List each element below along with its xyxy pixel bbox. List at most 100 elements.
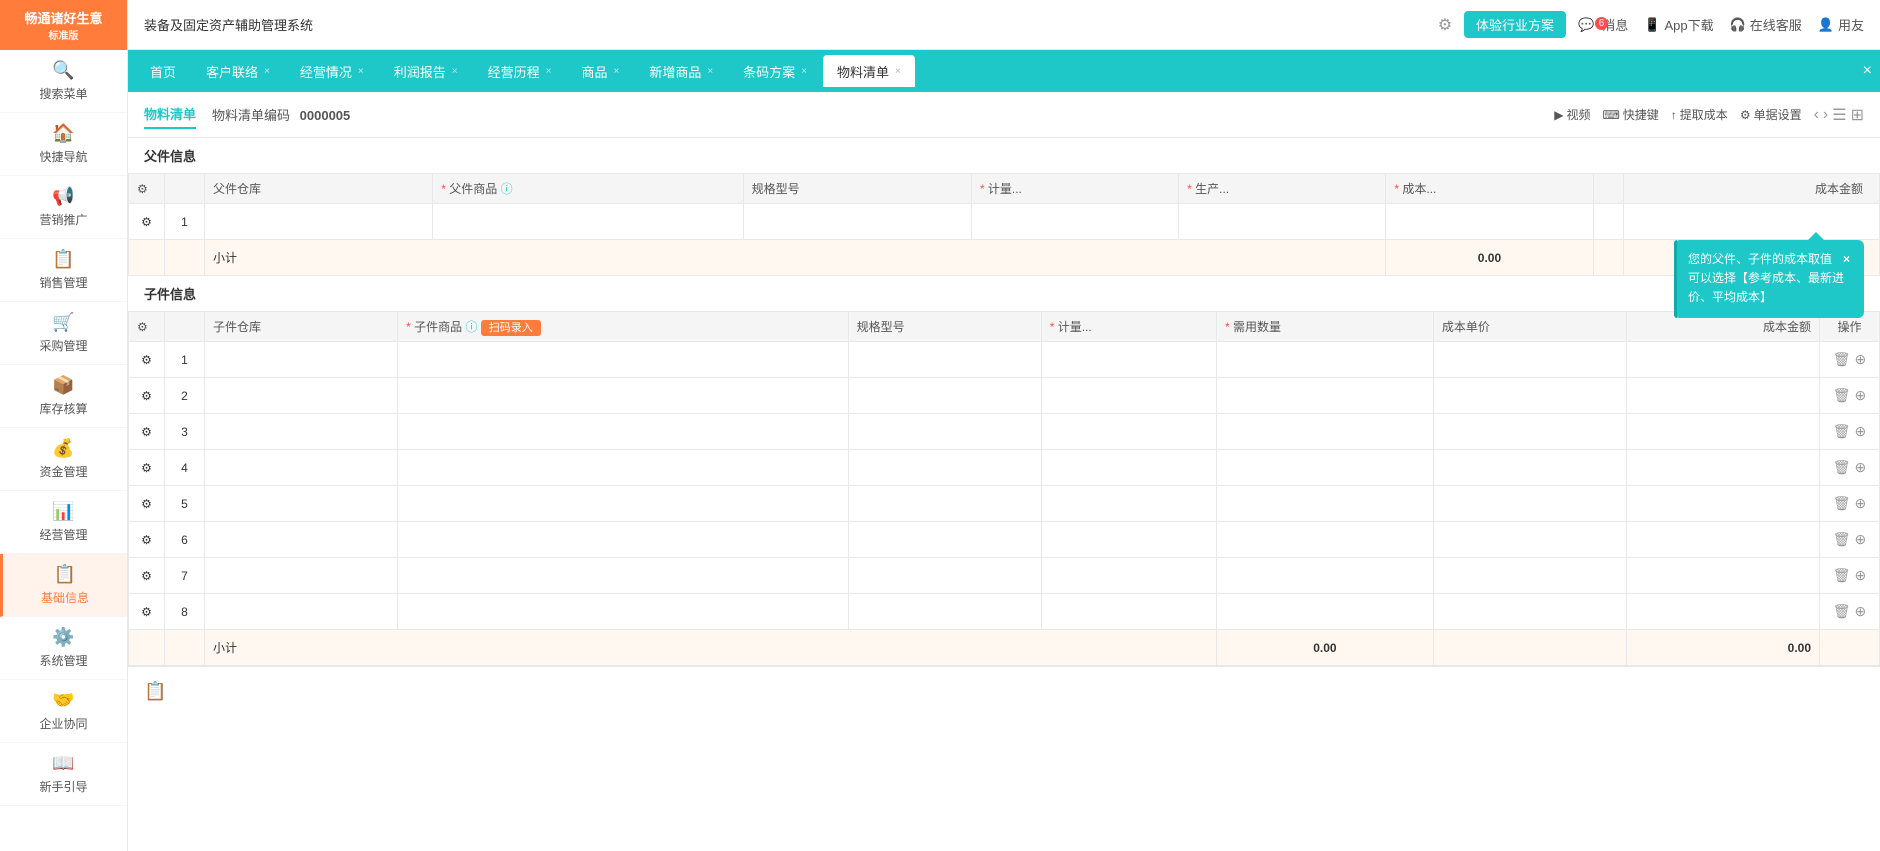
trial-button[interactable]: 体验行业方案: [1464, 11, 1566, 38]
delete-icon[interactable]: 🗑: [1833, 459, 1851, 476]
child-row-qty[interactable]: [1216, 342, 1433, 378]
child-row-spec[interactable]: [848, 450, 1041, 486]
sidebar-item-sales[interactable]: 📋 销售管理: [0, 239, 127, 302]
copy-icon[interactable]: ⊕: [1855, 351, 1867, 368]
child-row-warehouse[interactable]: [205, 414, 398, 450]
child-row-product[interactable]: [398, 558, 849, 594]
child-row-product[interactable]: [398, 486, 849, 522]
child-row-settings[interactable]: ⚙: [129, 450, 165, 486]
app-download-button[interactable]: 📱 App下载: [1644, 15, 1713, 34]
tab-new-goods-close[interactable]: ×: [707, 66, 713, 77]
child-row-unit-cost[interactable]: [1433, 378, 1626, 414]
child-row-unit[interactable]: [1041, 450, 1216, 486]
child-row-warehouse[interactable]: [205, 522, 398, 558]
child-row-unit[interactable]: [1041, 486, 1216, 522]
tab-profit-close[interactable]: ×: [452, 66, 458, 77]
child-row-spec[interactable]: [848, 378, 1041, 414]
copy-icon[interactable]: ⊕: [1855, 567, 1867, 584]
child-row-unit-cost[interactable]: [1433, 522, 1626, 558]
prev-icon[interactable]: ‹: [1814, 106, 1819, 124]
child-row-unit-cost[interactable]: [1433, 414, 1626, 450]
child-row-warehouse[interactable]: [205, 450, 398, 486]
child-row-spec[interactable]: [848, 486, 1041, 522]
add-icon[interactable]: ⊞: [1851, 105, 1864, 125]
tab-barcode-close[interactable]: ×: [801, 66, 807, 77]
online-service-button[interactable]: 🎧 在线客服: [1730, 15, 1802, 34]
child-row-unit[interactable]: [1041, 558, 1216, 594]
notification-button[interactable]: 💬 6 消息: [1578, 15, 1628, 34]
child-row-product[interactable]: [398, 378, 849, 414]
child-row-spec[interactable]: [848, 522, 1041, 558]
copy-icon[interactable]: ⊕: [1855, 603, 1867, 620]
parent-row-production[interactable]: [1179, 204, 1386, 240]
child-row-settings[interactable]: ⚙: [129, 342, 165, 378]
tab-history[interactable]: 经营历程 ×: [474, 55, 566, 87]
copy-icon[interactable]: ⊕: [1855, 423, 1867, 440]
tab-home[interactable]: 首页: [136, 55, 190, 87]
child-row-settings[interactable]: ⚙: [129, 414, 165, 450]
child-row-unit-cost[interactable]: [1433, 558, 1626, 594]
parent-row-product[interactable]: [433, 204, 743, 240]
tab-bom-close[interactable]: ×: [895, 66, 901, 77]
tab-profit[interactable]: 利润报告 ×: [380, 55, 472, 87]
child-column-settings-icon[interactable]: ⚙: [137, 320, 148, 334]
parent-row-unit[interactable]: [971, 204, 1178, 240]
child-row-qty[interactable]: [1216, 450, 1433, 486]
child-row-qty[interactable]: [1216, 414, 1433, 450]
child-row-unit-cost[interactable]: [1433, 450, 1626, 486]
delete-icon[interactable]: 🗑: [1833, 423, 1851, 440]
shortcut-action[interactable]: ⌨ 快捷键: [1602, 106, 1658, 123]
delete-icon[interactable]: 🗑: [1833, 387, 1851, 404]
child-row-product[interactable]: [398, 414, 849, 450]
tab-operations-close[interactable]: ×: [358, 66, 364, 77]
child-row-product[interactable]: [398, 522, 849, 558]
child-row-settings[interactable]: ⚙: [129, 378, 165, 414]
copy-icon[interactable]: ⊕: [1855, 531, 1867, 548]
delete-icon[interactable]: 🗑: [1833, 531, 1851, 548]
tab-customers[interactable]: 客户联络 ×: [192, 55, 284, 87]
list-view-icon[interactable]: ☰: [1832, 105, 1846, 125]
sidebar-item-purchase[interactable]: 🛒 采购管理: [0, 302, 127, 365]
child-row-unit-cost[interactable]: [1433, 594, 1626, 630]
child-row-qty[interactable]: [1216, 486, 1433, 522]
child-row-product[interactable]: [398, 594, 849, 630]
extract-cost-action[interactable]: ↑ 提取成本: [1671, 106, 1728, 123]
parent-row-warehouse[interactable]: [205, 204, 433, 240]
child-row-product[interactable]: [398, 342, 849, 378]
sidebar-item-basic-info[interactable]: 📋 基础信息: [0, 554, 127, 617]
parent-row-spec[interactable]: [743, 204, 971, 240]
tab-customers-close[interactable]: ×: [264, 66, 270, 77]
child-row-qty[interactable]: [1216, 522, 1433, 558]
child-row-unit[interactable]: [1041, 378, 1216, 414]
child-row-warehouse[interactable]: [205, 594, 398, 630]
child-row-spec[interactable]: [848, 414, 1041, 450]
tab-operations[interactable]: 经营情况 ×: [286, 55, 378, 87]
copy-icon[interactable]: ⊕: [1855, 387, 1867, 404]
column-settings-icon[interactable]: ⚙: [137, 182, 148, 196]
sidebar-item-search[interactable]: 🔍 搜索菜单: [0, 50, 127, 113]
child-row-unit[interactable]: [1041, 414, 1216, 450]
user-button[interactable]: 👤 用友: [1818, 15, 1864, 34]
child-row-unit[interactable]: [1041, 594, 1216, 630]
tab-goods[interactable]: 商品 ×: [567, 55, 633, 87]
sub-tab-bom-code[interactable]: 物料清单编码 0000005: [212, 101, 350, 128]
child-row-spec[interactable]: [848, 342, 1041, 378]
next-icon[interactable]: ›: [1823, 106, 1828, 124]
delete-icon[interactable]: 🗑: [1833, 603, 1851, 620]
tooltip-close-button[interactable]: ×: [1843, 250, 1850, 269]
copy-icon[interactable]: ⊕: [1855, 495, 1867, 512]
sidebar-item-inventory[interactable]: 📦 库存核算: [0, 365, 127, 428]
child-row-unit-cost[interactable]: [1433, 486, 1626, 522]
copy-icon[interactable]: ⊕: [1855, 459, 1867, 476]
sidebar-item-operations[interactable]: 📊 经营管理: [0, 491, 127, 554]
child-row-qty[interactable]: [1216, 594, 1433, 630]
child-row-warehouse[interactable]: [205, 342, 398, 378]
settings-gear-icon[interactable]: ⚙: [1438, 15, 1452, 35]
child-row-unit[interactable]: [1041, 522, 1216, 558]
child-row-settings[interactable]: ⚙: [129, 558, 165, 594]
sidebar-item-system[interactable]: ⚙️ 系统管理: [0, 617, 127, 680]
child-row-spec[interactable]: [848, 558, 1041, 594]
child-row-unit[interactable]: [1041, 342, 1216, 378]
tab-history-close[interactable]: ×: [546, 66, 552, 77]
child-row-unit-cost[interactable]: [1433, 342, 1626, 378]
